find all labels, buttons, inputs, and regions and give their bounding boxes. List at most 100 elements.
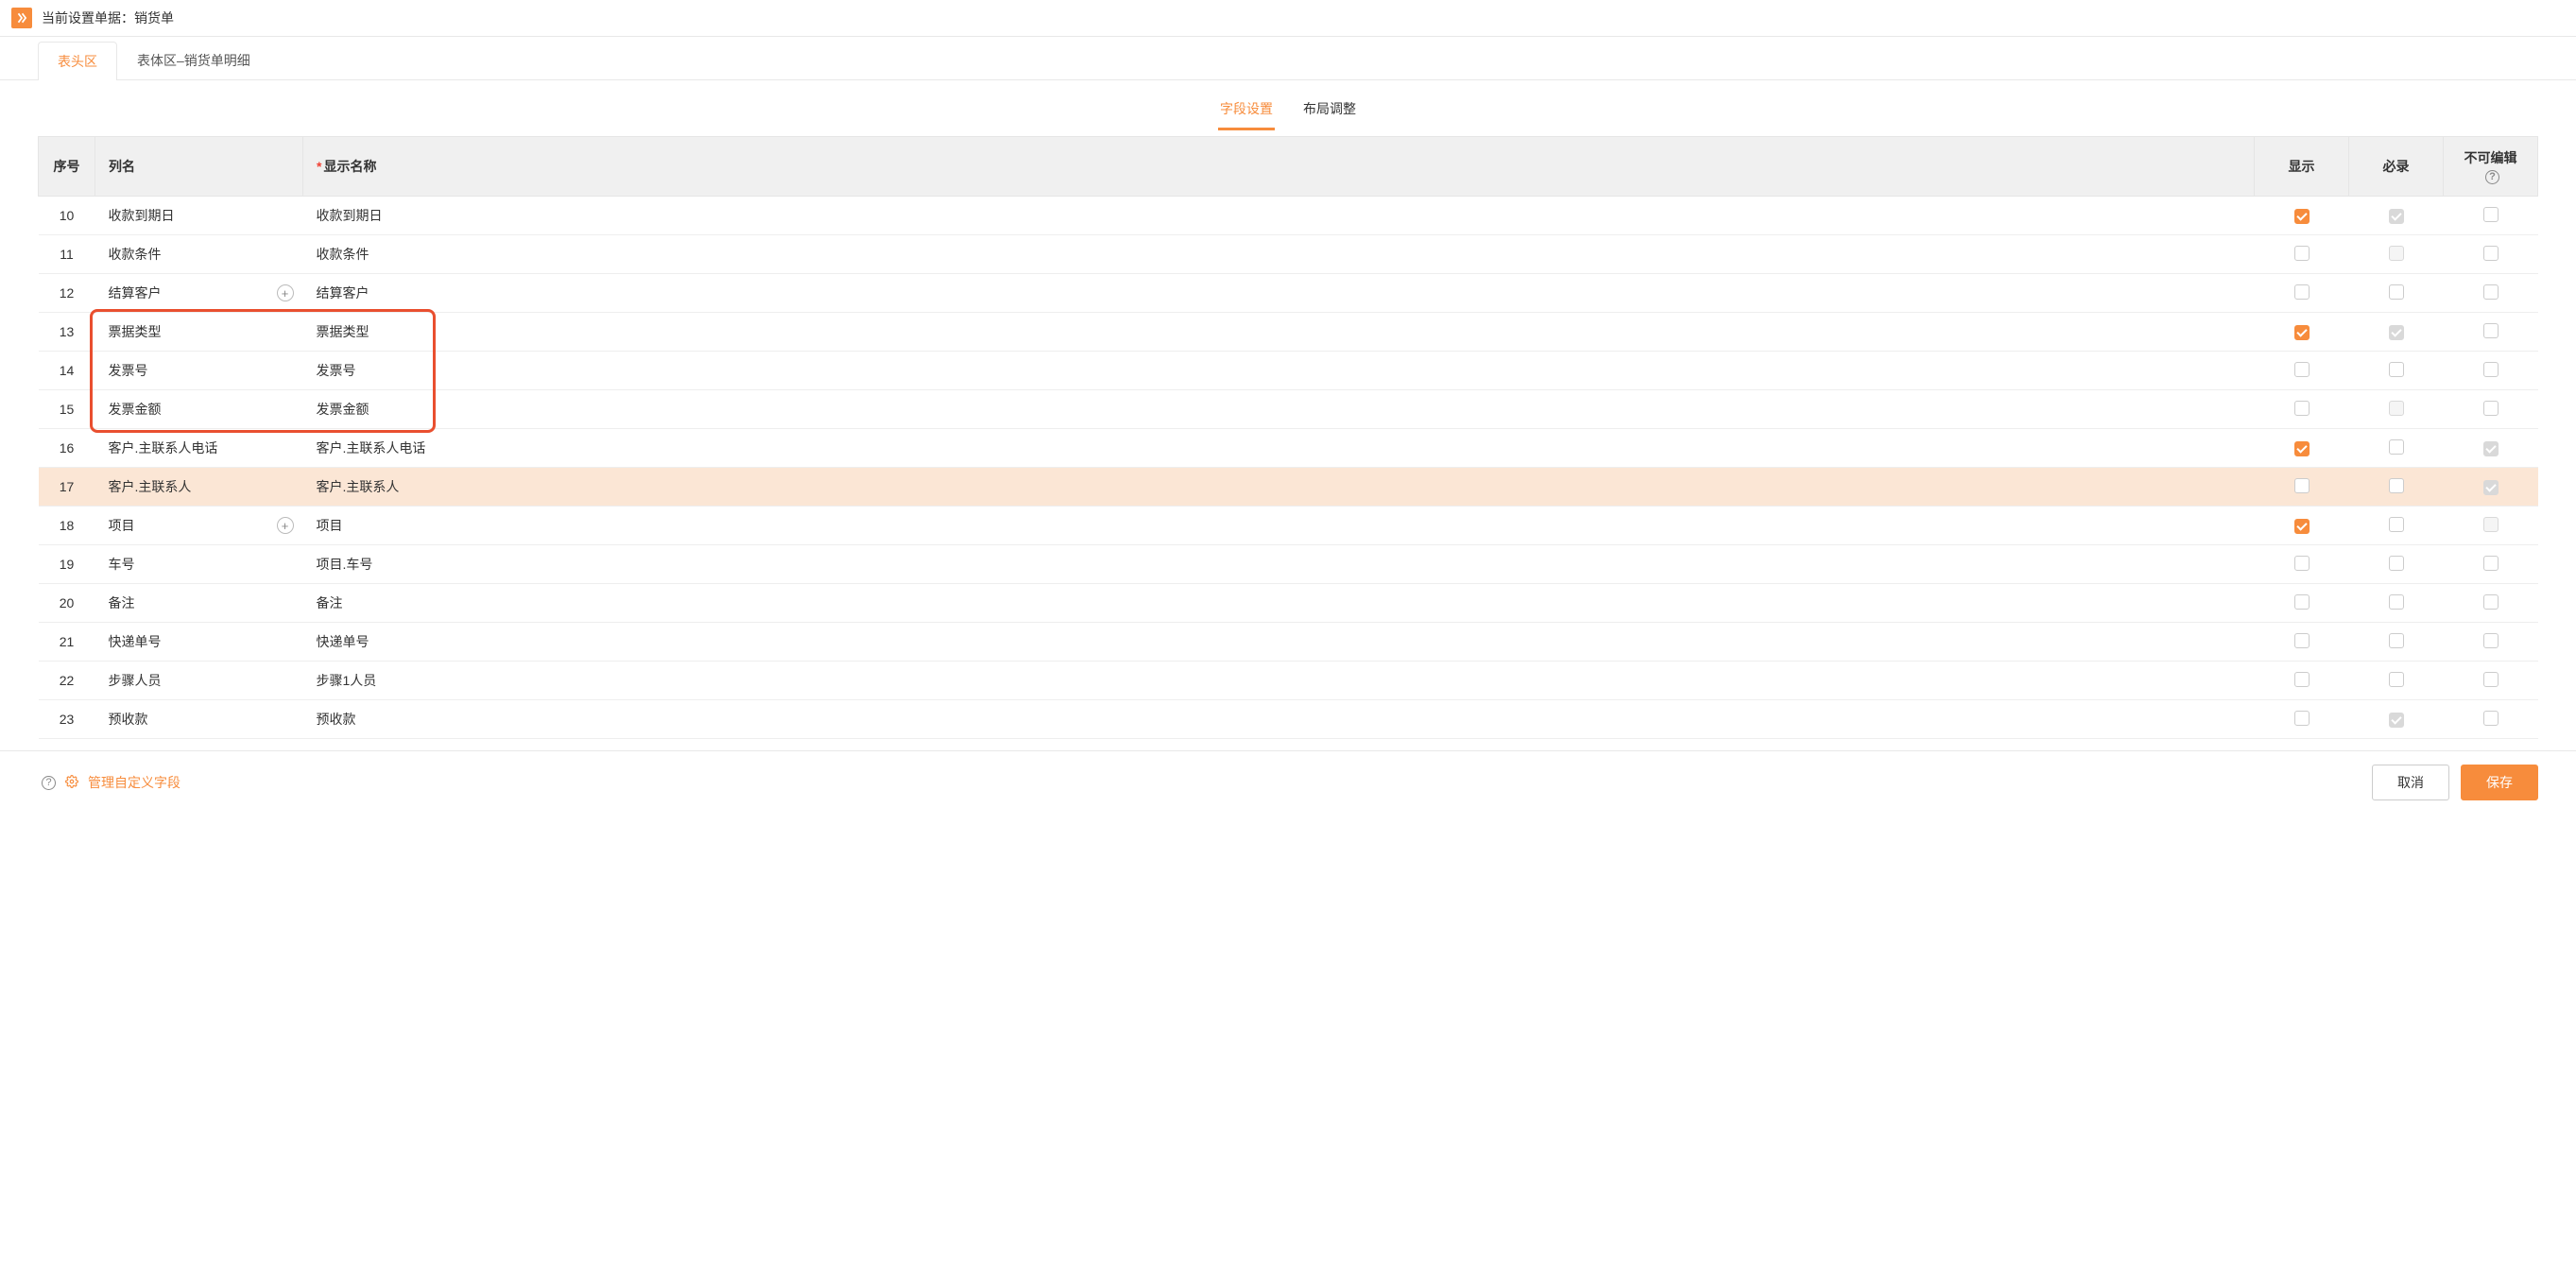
checkbox-readonly[interactable] bbox=[2483, 284, 2499, 300]
table-row[interactable]: 10收款到期日收款到期日 bbox=[39, 197, 2538, 235]
checkbox-required[interactable] bbox=[2389, 672, 2404, 687]
cell-display[interactable]: 步骤1人员 bbox=[303, 662, 2255, 700]
plus-icon[interactable]: + bbox=[277, 284, 294, 301]
expand-sidebar-button[interactable] bbox=[11, 8, 32, 28]
table-row[interactable]: 13票据类型票据类型 bbox=[39, 313, 2538, 352]
header-doc-name: 销货单 bbox=[134, 10, 174, 26]
checkbox-readonly[interactable] bbox=[2483, 207, 2499, 222]
cell-name: 票据类型 bbox=[95, 313, 303, 352]
cell-required bbox=[2349, 313, 2444, 352]
cell-show bbox=[2255, 507, 2349, 545]
cell-show bbox=[2255, 390, 2349, 429]
checkbox-readonly[interactable] bbox=[2483, 672, 2499, 687]
checkbox-show[interactable] bbox=[2294, 519, 2310, 534]
th-readonly-label: 不可编辑 bbox=[2464, 150, 2517, 165]
table-row[interactable]: 21快递单号快递单号 bbox=[39, 623, 2538, 662]
checkbox-show[interactable] bbox=[2294, 325, 2310, 340]
cancel-button[interactable]: 取消 bbox=[2372, 765, 2449, 800]
checkbox-required[interactable] bbox=[2389, 594, 2404, 610]
cell-display[interactable]: 票据类型 bbox=[303, 313, 2255, 352]
checkbox-show[interactable] bbox=[2294, 633, 2310, 648]
checkbox-readonly[interactable] bbox=[2483, 246, 2499, 261]
th-display-label: 显示名称 bbox=[323, 159, 376, 174]
cell-display[interactable]: 结算客户 bbox=[303, 274, 2255, 313]
cell-display[interactable]: 快递单号 bbox=[303, 623, 2255, 662]
cell-display[interactable]: 项目 bbox=[303, 507, 2255, 545]
checkbox-required[interactable] bbox=[2389, 362, 2404, 377]
cell-display[interactable]: 发票金额 bbox=[303, 390, 2255, 429]
table-row[interactable]: 20备注备注 bbox=[39, 584, 2538, 623]
table-row[interactable]: 17客户.主联系人客户.主联系人 bbox=[39, 468, 2538, 507]
checkbox-readonly[interactable] bbox=[2483, 401, 2499, 416]
cell-index: 19 bbox=[39, 545, 95, 584]
cell-display[interactable]: 发票号 bbox=[303, 352, 2255, 390]
checkbox-required[interactable] bbox=[2389, 633, 2404, 648]
checkbox-readonly[interactable] bbox=[2483, 362, 2499, 377]
cell-display[interactable]: 客户.主联系人 bbox=[303, 468, 2255, 507]
table-row[interactable]: 11收款条件收款条件 bbox=[39, 235, 2538, 274]
checkbox-show[interactable] bbox=[2294, 209, 2310, 224]
table-row[interactable]: 18项目+项目 bbox=[39, 507, 2538, 545]
cell-show bbox=[2255, 313, 2349, 352]
cell-index: 12 bbox=[39, 274, 95, 313]
cell-required bbox=[2349, 507, 2444, 545]
cell-readonly bbox=[2444, 352, 2538, 390]
checkbox-required[interactable] bbox=[2389, 439, 2404, 455]
table-row[interactable]: 14发票号发票号 bbox=[39, 352, 2538, 390]
checkbox-show[interactable] bbox=[2294, 711, 2310, 726]
cell-display[interactable]: 收款到期日 bbox=[303, 197, 2255, 235]
gear-icon bbox=[65, 775, 78, 791]
sub-tab-1[interactable]: 布局调整 bbox=[1301, 94, 1358, 130]
tab-0[interactable]: 表头区 bbox=[38, 42, 117, 80]
checkbox-show[interactable] bbox=[2294, 441, 2310, 456]
cell-display[interactable]: 收款条件 bbox=[303, 235, 2255, 274]
cell-display[interactable]: 预收款 bbox=[303, 700, 2255, 739]
cell-name: 备注 bbox=[95, 584, 303, 623]
checkbox-show[interactable] bbox=[2294, 594, 2310, 610]
save-button[interactable]: 保存 bbox=[2461, 765, 2538, 800]
manage-custom-fields-link[interactable]: 管理自定义字段 bbox=[88, 773, 180, 792]
checkbox-required bbox=[2389, 209, 2404, 224]
table-row[interactable]: 19车号项目.车号 bbox=[39, 545, 2538, 584]
cell-index: 11 bbox=[39, 235, 95, 274]
sub-tab-0[interactable]: 字段设置 bbox=[1218, 94, 1275, 130]
table-row[interactable]: 15发票金额发票金额 bbox=[39, 390, 2538, 429]
checkbox-required bbox=[2389, 401, 2404, 416]
checkbox-readonly[interactable] bbox=[2483, 633, 2499, 648]
tab-1[interactable]: 表体区–销货单明细 bbox=[117, 41, 270, 79]
cell-show bbox=[2255, 429, 2349, 468]
cell-readonly bbox=[2444, 623, 2538, 662]
checkbox-show[interactable] bbox=[2294, 401, 2310, 416]
checkbox-required[interactable] bbox=[2389, 517, 2404, 532]
cell-index: 17 bbox=[39, 468, 95, 507]
table-row[interactable]: 23预收款预收款 bbox=[39, 700, 2538, 739]
checkbox-readonly[interactable] bbox=[2483, 323, 2499, 338]
checkbox-required[interactable] bbox=[2389, 556, 2404, 571]
cell-readonly bbox=[2444, 584, 2538, 623]
checkbox-required bbox=[2389, 713, 2404, 728]
checkbox-readonly[interactable] bbox=[2483, 594, 2499, 610]
cell-display[interactable]: 客户.主联系人电话 bbox=[303, 429, 2255, 468]
table-row[interactable]: 12结算客户+结算客户 bbox=[39, 274, 2538, 313]
cell-show bbox=[2255, 352, 2349, 390]
plus-icon[interactable]: + bbox=[277, 517, 294, 534]
checkbox-readonly[interactable] bbox=[2483, 556, 2499, 571]
help-icon[interactable]: ? bbox=[42, 776, 56, 790]
checkbox-required[interactable] bbox=[2389, 478, 2404, 493]
checkbox-required[interactable] bbox=[2389, 284, 2404, 300]
checkbox-show[interactable] bbox=[2294, 246, 2310, 261]
cell-display[interactable]: 项目.车号 bbox=[303, 545, 2255, 584]
checkbox-show[interactable] bbox=[2294, 362, 2310, 377]
help-icon[interactable]: ? bbox=[2485, 170, 2499, 184]
checkbox-readonly[interactable] bbox=[2483, 711, 2499, 726]
cell-name: 发票金额 bbox=[95, 390, 303, 429]
checkbox-show[interactable] bbox=[2294, 672, 2310, 687]
table-row[interactable]: 22步骤人员步骤1人员 bbox=[39, 662, 2538, 700]
cell-display[interactable]: 备注 bbox=[303, 584, 2255, 623]
checkbox-show[interactable] bbox=[2294, 556, 2310, 571]
checkbox-show[interactable] bbox=[2294, 478, 2310, 493]
checkbox-show[interactable] bbox=[2294, 284, 2310, 300]
cell-show bbox=[2255, 274, 2349, 313]
table-row[interactable]: 16客户.主联系人电话客户.主联系人电话 bbox=[39, 429, 2538, 468]
cell-readonly bbox=[2444, 468, 2538, 507]
